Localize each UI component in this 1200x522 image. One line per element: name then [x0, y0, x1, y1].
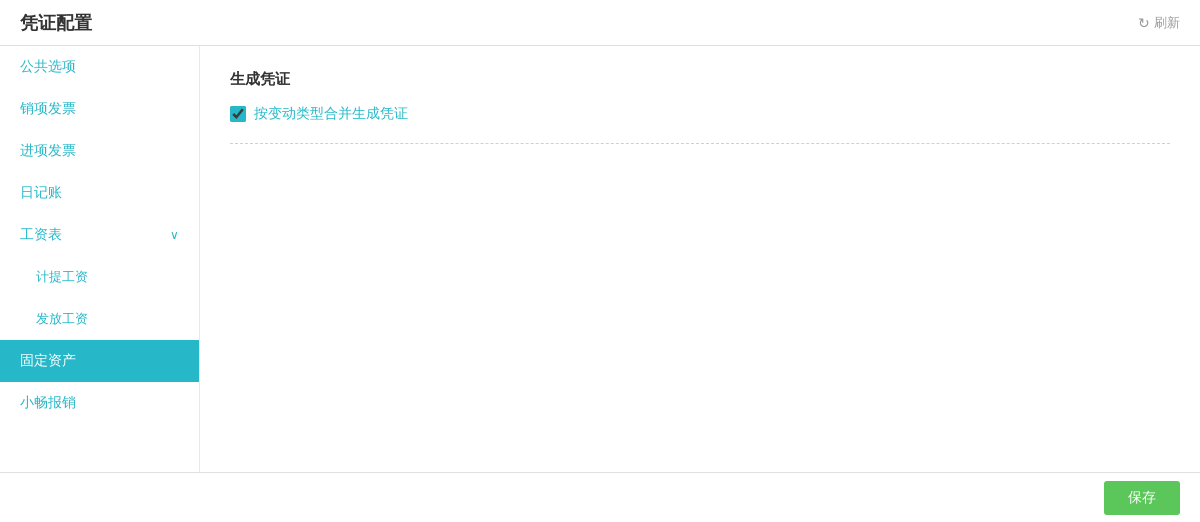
sidebar-label-payroll-table: 工资表	[20, 226, 62, 244]
main-layout: 公共选项销项发票进项发票日记账工资表 ∨ 计提工资发放工资固定资产小畅报销 生成凭证…	[0, 46, 1200, 472]
merge-checkbox-label[interactable]: 按变动类型合并生成凭证	[254, 105, 408, 123]
sidebar-item-purchase-invoice[interactable]: 进项发票	[0, 130, 199, 172]
sidebar-item-fixed-assets[interactable]: 固定资产	[0, 340, 199, 382]
refresh-button[interactable]: ↻ 刷新	[1138, 14, 1180, 32]
save-button[interactable]: 保存	[1104, 481, 1180, 515]
sidebar-label-fixed-assets: 固定资产	[20, 352, 76, 370]
section-divider	[230, 143, 1170, 144]
sidebar-label-pay-salary: 发放工资	[36, 310, 88, 328]
sidebar-item-calc-salary[interactable]: 计提工资	[0, 256, 199, 298]
merge-checkbox[interactable]	[230, 106, 246, 122]
page-title: 凭证配置	[20, 11, 92, 35]
sidebar-item-expense-report[interactable]: 小畅报销	[0, 382, 199, 424]
checkbox-row: 按变动类型合并生成凭证	[230, 105, 1170, 123]
top-bar: 凭证配置 ↻ 刷新	[0, 0, 1200, 46]
section-title: 生成凭证	[230, 70, 1170, 89]
content-area: 生成凭证 按变动类型合并生成凭证	[200, 46, 1200, 472]
sidebar-label-journal: 日记账	[20, 184, 62, 202]
sidebar-label-purchase-invoice: 进项发票	[20, 142, 76, 160]
sidebar-item-payroll-table[interactable]: 工资表 ∨	[0, 214, 199, 256]
sidebar-item-sales-invoice[interactable]: 销项发票	[0, 88, 199, 130]
sidebar-label-expense-report: 小畅报销	[20, 394, 76, 412]
sidebar-label-sales-invoice: 销项发票	[20, 100, 76, 118]
sidebar: 公共选项销项发票进项发票日记账工资表 ∨ 计提工资发放工资固定资产小畅报销	[0, 46, 200, 472]
chevron-down-icon: ∨	[170, 228, 179, 242]
sidebar-item-pay-salary[interactable]: 发放工资	[0, 298, 199, 340]
sidebar-item-public-options[interactable]: 公共选项	[0, 46, 199, 88]
sidebar-label-calc-salary: 计提工资	[36, 268, 88, 286]
sidebar-label-public-options: 公共选项	[20, 58, 76, 76]
sidebar-item-journal[interactable]: 日记账	[0, 172, 199, 214]
refresh-label: 刷新	[1154, 14, 1180, 32]
bottom-bar: 保存	[0, 472, 1200, 522]
refresh-icon: ↻	[1138, 15, 1150, 31]
